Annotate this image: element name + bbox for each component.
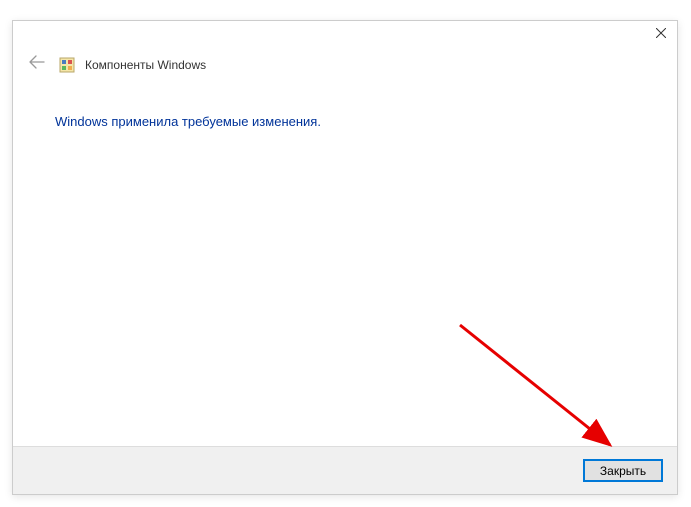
dialog-footer: Закрыть [13, 446, 677, 494]
titlebar [13, 21, 677, 53]
header-row: Компоненты Windows [13, 53, 677, 84]
dialog-title: Компоненты Windows [85, 58, 206, 72]
windows-features-icon [59, 57, 75, 73]
content-area: Windows применила требуемые изменения. [13, 84, 677, 446]
close-icon[interactable] [655, 27, 667, 39]
windows-features-dialog: Компоненты Windows Windows применила тре… [12, 20, 678, 495]
close-button[interactable]: Закрыть [583, 459, 663, 482]
back-arrow-icon [25, 53, 49, 76]
status-message: Windows применила требуемые изменения. [55, 114, 677, 129]
